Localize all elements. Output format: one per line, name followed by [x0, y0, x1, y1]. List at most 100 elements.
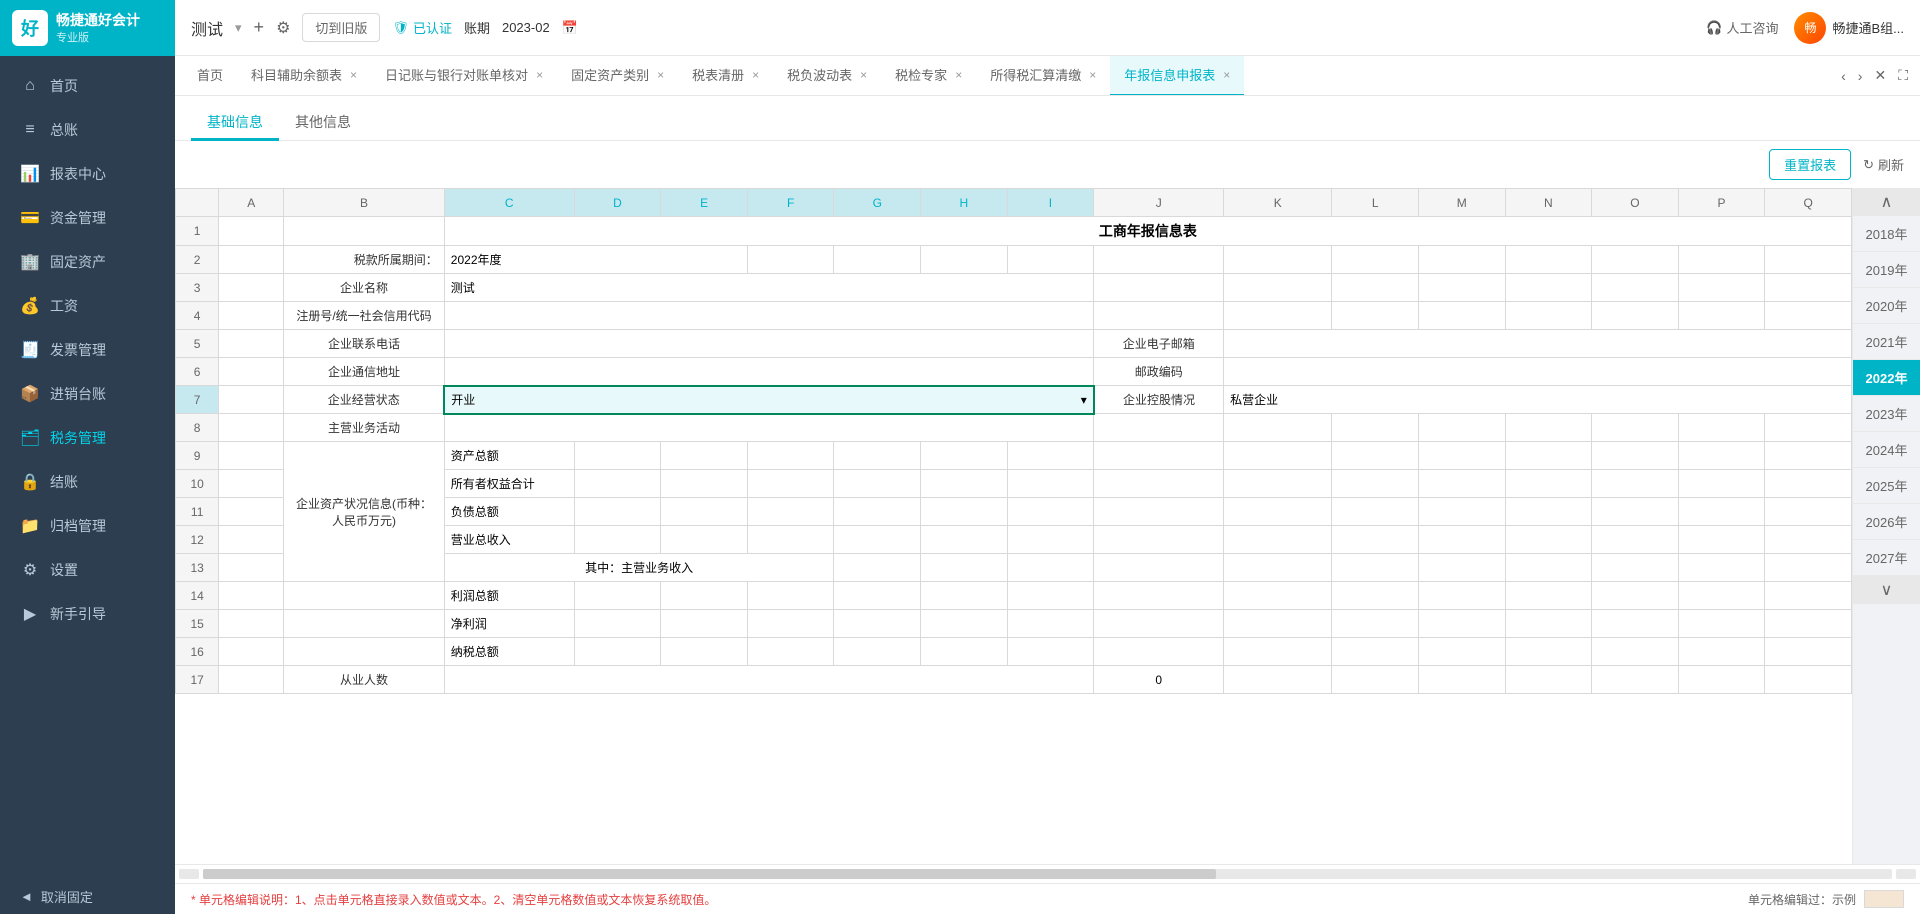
cell-2-H[interactable]	[921, 246, 1008, 274]
cell-4-L[interactable]	[1332, 302, 1419, 330]
cell-2-N[interactable]	[1505, 246, 1592, 274]
cell-11-A[interactable]	[219, 498, 284, 526]
year-item-2025[interactable]: 2025年	[1853, 468, 1920, 504]
cell-17-Q[interactable]	[1765, 666, 1852, 694]
cell-12-J[interactable]	[1094, 526, 1224, 554]
cell-3-A[interactable]	[219, 274, 284, 302]
cell-12-I[interactable]	[1007, 526, 1094, 554]
cell-15-Q[interactable]	[1765, 610, 1852, 638]
cell-15-N[interactable]	[1505, 610, 1592, 638]
cell-10-L[interactable]	[1332, 470, 1419, 498]
cell-15-F[interactable]	[747, 610, 834, 638]
tabs-next-btn[interactable]: ›	[1854, 64, 1867, 88]
cell-14-J[interactable]	[1094, 582, 1224, 610]
col-header-E[interactable]: E	[661, 189, 748, 217]
col-header-H[interactable]: H	[921, 189, 1008, 217]
cell-10-K[interactable]	[1224, 470, 1332, 498]
tab-close-icon[interactable]: ×	[752, 68, 759, 82]
cell-14-E[interactable]	[661, 582, 748, 610]
cell-17-L[interactable]	[1332, 666, 1419, 694]
cell-2-I[interactable]	[1007, 246, 1094, 274]
tab-fixed_asset[interactable]: 固定资产类别×	[557, 56, 678, 96]
cell-4-N[interactable]	[1505, 302, 1592, 330]
cell-15-H[interactable]	[921, 610, 1008, 638]
cell-16-L[interactable]	[1332, 638, 1419, 666]
cell-14-D[interactable]	[574, 582, 661, 610]
cell-9-O[interactable]	[1592, 442, 1679, 470]
sidebar-item-fixed[interactable]: 🏢固定资产	[0, 240, 175, 284]
cell-16-G[interactable]	[834, 638, 921, 666]
cell-3-K[interactable]	[1224, 274, 1332, 302]
cell-8-L[interactable]	[1332, 414, 1419, 442]
cell-9-L[interactable]	[1332, 442, 1419, 470]
year-item-2026[interactable]: 2026年	[1853, 504, 1920, 540]
cell-8-O[interactable]	[1592, 414, 1679, 442]
cell-9-P[interactable]	[1678, 442, 1765, 470]
cell-16-O[interactable]	[1592, 638, 1679, 666]
cell-12-E[interactable]	[661, 526, 748, 554]
dropdown-arrow-icon[interactable]: ▾	[1081, 393, 1087, 407]
cell-13-A[interactable]	[219, 554, 284, 582]
cell-11-E[interactable]	[661, 498, 748, 526]
cell-9-I[interactable]	[1007, 442, 1094, 470]
year-item-2019[interactable]: 2019年	[1853, 252, 1920, 288]
tab-close-icon[interactable]: ×	[350, 68, 357, 82]
col-header-A[interactable]: A	[219, 189, 284, 217]
cell-10-H[interactable]	[921, 470, 1008, 498]
cell-13-M[interactable]	[1418, 554, 1505, 582]
cell-4-M[interactable]	[1418, 302, 1505, 330]
cell-10-N[interactable]	[1505, 470, 1592, 498]
cell-16-F[interactable]	[747, 638, 834, 666]
cell-4-Q[interactable]	[1765, 302, 1852, 330]
cell-9-M[interactable]	[1418, 442, 1505, 470]
cell-16-A[interactable]	[219, 638, 284, 666]
cell-7-K[interactable]: 私营企业	[1224, 386, 1852, 414]
switch-version-btn[interactable]: 切到旧版	[302, 13, 380, 42]
cell-15-P[interactable]	[1678, 610, 1765, 638]
cell-10-I[interactable]	[1007, 470, 1094, 498]
cell-6-A[interactable]	[219, 358, 284, 386]
cell-13-N[interactable]	[1505, 554, 1592, 582]
cell-14-N[interactable]	[1505, 582, 1592, 610]
cell-10-D[interactable]	[574, 470, 661, 498]
cell-2-L[interactable]	[1332, 246, 1419, 274]
cell-4-P[interactable]	[1678, 302, 1765, 330]
year-scroll-down-btn[interactable]: ∨	[1853, 576, 1920, 604]
cell-15-J[interactable]	[1094, 610, 1224, 638]
cell-13-O[interactable]	[1592, 554, 1679, 582]
cell-4-K[interactable]	[1224, 302, 1332, 330]
cell-9-E[interactable]	[661, 442, 748, 470]
cell-15-C[interactable]: 净利润	[444, 610, 574, 638]
cell-9-N[interactable]	[1505, 442, 1592, 470]
cell-15-M[interactable]	[1418, 610, 1505, 638]
year-item-2020[interactable]: 2020年	[1853, 288, 1920, 324]
cell-4-C[interactable]	[444, 302, 1093, 330]
cell-5-A[interactable]	[219, 330, 284, 358]
cell-5-K[interactable]	[1224, 330, 1852, 358]
cell-9-A[interactable]	[219, 442, 284, 470]
tab-aux[interactable]: 科目辅助余额表×	[237, 56, 371, 96]
cell-16-N[interactable]	[1505, 638, 1592, 666]
cell-9-Q[interactable]	[1765, 442, 1852, 470]
title-dropdown-icon[interactable]: ▾	[235, 20, 242, 36]
cell-13-Q[interactable]	[1765, 554, 1852, 582]
col-header-O[interactable]: O	[1592, 189, 1679, 217]
sidebar-item-archive[interactable]: 📁归档管理	[0, 504, 175, 548]
year-scroll-up-btn[interactable]: ∧	[1853, 188, 1920, 216]
cell-12-C[interactable]: 营业总收入	[444, 526, 574, 554]
sidebar-item-guide[interactable]: ▶新手引导	[0, 592, 175, 636]
cell-12-Q[interactable]	[1765, 526, 1852, 554]
cell-16-P[interactable]	[1678, 638, 1765, 666]
settings-icon[interactable]: ⚙	[276, 18, 290, 38]
cell-11-H[interactable]	[921, 498, 1008, 526]
cell-14-P[interactable]	[1678, 582, 1765, 610]
sub-tab-other[interactable]: 其他信息	[279, 106, 367, 141]
cell-12-D[interactable]	[574, 526, 661, 554]
cell-5-C[interactable]	[444, 330, 1093, 358]
cell-6-C[interactable]	[444, 358, 1093, 386]
cell-17-M[interactable]	[1418, 666, 1505, 694]
cell-9-K[interactable]	[1224, 442, 1332, 470]
sidebar-item-reports[interactable]: 📊报表中心	[0, 152, 175, 196]
year-item-2022[interactable]: 2022年	[1853, 360, 1920, 396]
cell-15-L[interactable]	[1332, 610, 1419, 638]
